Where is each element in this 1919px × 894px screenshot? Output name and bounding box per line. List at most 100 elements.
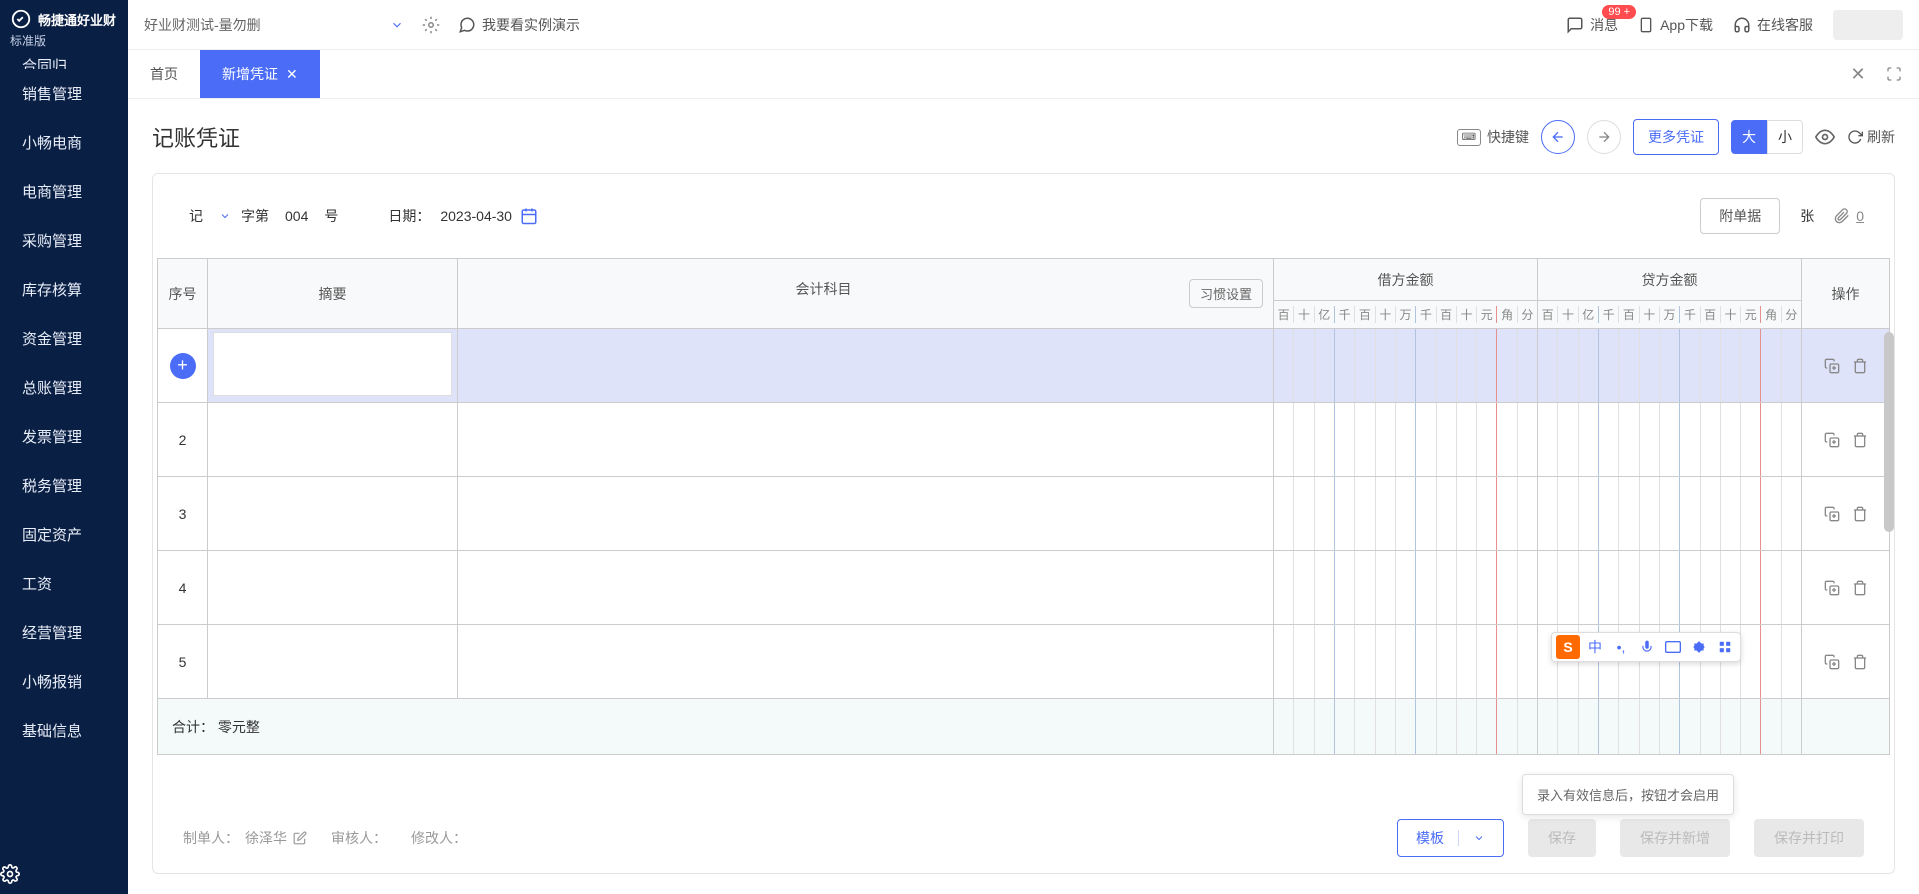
- sidebar-item-10[interactable]: 固定资产: [0, 510, 128, 559]
- calendar-icon: [520, 207, 538, 225]
- sidebar-item-9[interactable]: 税务管理: [0, 461, 128, 510]
- credit-cell[interactable]: [1538, 403, 1802, 477]
- copy-row-icon[interactable]: [1824, 432, 1840, 448]
- avatar[interactable]: [1833, 10, 1903, 40]
- debit-cell[interactable]: [1274, 625, 1538, 699]
- sidebar-item-6[interactable]: 资金管理: [0, 314, 128, 363]
- ime-toolbar[interactable]: S 中 •,: [1551, 632, 1741, 662]
- tenant-settings-icon[interactable]: [422, 16, 440, 34]
- ime-lang[interactable]: 中: [1584, 636, 1606, 658]
- visibility-toggle-icon[interactable]: [1815, 127, 1835, 147]
- template-button[interactable]: 模板: [1397, 819, 1504, 857]
- digit-label: 百: [1274, 306, 1294, 323]
- delete-row-icon[interactable]: [1852, 654, 1868, 670]
- copy-row-icon[interactable]: [1824, 506, 1840, 522]
- digit-label: 百: [1355, 306, 1375, 323]
- account-cell[interactable]: [458, 625, 1274, 699]
- summary-cell[interactable]: [208, 403, 458, 477]
- more-vouchers-button[interactable]: 更多凭证: [1633, 119, 1719, 155]
- app-download-button[interactable]: App下载: [1638, 15, 1713, 35]
- credit-cell[interactable]: [1538, 551, 1802, 625]
- tab-new-voucher[interactable]: 新增凭证 ✕: [200, 50, 320, 98]
- sidebar-item-12[interactable]: 经营管理: [0, 608, 128, 657]
- demo-link[interactable]: 我要看实例演示: [458, 15, 580, 35]
- account-cell[interactable]: [458, 551, 1274, 625]
- debit-cell[interactable]: [1274, 551, 1538, 625]
- credit-cell[interactable]: [1538, 477, 1802, 551]
- account-cell[interactable]: [458, 477, 1274, 551]
- zi-di-label: 字第: [241, 206, 269, 226]
- tab-new-voucher-label: 新增凭证: [222, 64, 278, 84]
- ime-keyboard-icon[interactable]: [1662, 636, 1684, 658]
- maker-value: 徐泽华: [245, 828, 287, 848]
- voucher-number[interactable]: 004: [279, 206, 314, 226]
- edit-icon[interactable]: [293, 831, 307, 845]
- account-cell[interactable]: [458, 403, 1274, 477]
- summary-input[interactable]: [213, 332, 452, 396]
- summary-cell[interactable]: [208, 551, 458, 625]
- ime-punct-icon[interactable]: •,: [1610, 636, 1632, 658]
- tab-home[interactable]: 首页: [128, 50, 200, 98]
- summary-cell[interactable]: [208, 625, 458, 699]
- keyboard-icon: ⌨: [1457, 129, 1481, 146]
- ime-skin-icon[interactable]: [1688, 636, 1710, 658]
- debit-cell[interactable]: [1274, 477, 1538, 551]
- copy-row-icon[interactable]: [1824, 358, 1840, 374]
- sidebar-item-3[interactable]: 电商管理: [0, 167, 128, 216]
- shortcut-button[interactable]: ⌨ 快捷键: [1457, 127, 1529, 147]
- chevron-down-icon[interactable]: [219, 210, 231, 222]
- summary-cell[interactable]: [208, 477, 458, 551]
- sidebar-item-13[interactable]: 小畅报销: [0, 657, 128, 706]
- sidebar-item-8[interactable]: 发票管理: [0, 412, 128, 461]
- demo-link-label: 我要看实例演示: [482, 15, 580, 35]
- messages-badge: 99 +: [1602, 5, 1636, 19]
- ime-menu-icon[interactable]: [1714, 636, 1736, 658]
- copy-row-icon[interactable]: [1824, 654, 1840, 670]
- copy-row-icon[interactable]: [1824, 580, 1840, 596]
- sidebar-item-0[interactable]: 合同归: [0, 55, 128, 69]
- summary-cell[interactable]: [208, 329, 458, 403]
- ops-cell: [1802, 625, 1890, 699]
- sidebar-item-7[interactable]: 总账管理: [0, 363, 128, 412]
- refresh-button[interactable]: 刷新: [1847, 127, 1895, 147]
- voucher-table: 序号 摘要 会计科目 习惯设置 借方金额 贷方金额 操作: [157, 258, 1890, 755]
- sidebar-settings-button[interactable]: [0, 854, 128, 894]
- ime-mic-icon[interactable]: [1636, 636, 1658, 658]
- habit-settings-button[interactable]: 习惯设置: [1189, 279, 1263, 308]
- voucher-card: 记 字第 004 号 日期： 2023-04-30: [152, 173, 1895, 874]
- delete-row-icon[interactable]: [1852, 506, 1868, 522]
- credit-cell[interactable]: [1538, 329, 1802, 403]
- close-icon[interactable]: ✕: [286, 66, 298, 83]
- tab-close-all-icon[interactable]: ✕: [1847, 63, 1869, 85]
- digit-label: 元: [1741, 306, 1761, 323]
- fullscreen-icon[interactable]: [1883, 63, 1905, 85]
- sidebar-item-1[interactable]: 销售管理: [0, 69, 128, 118]
- debit-cell[interactable]: [1274, 329, 1538, 403]
- attach-document-button[interactable]: 附单据: [1700, 198, 1780, 234]
- sidebar-item-2[interactable]: 小畅电商: [0, 118, 128, 167]
- delete-row-icon[interactable]: [1852, 358, 1868, 374]
- date-input[interactable]: 2023-04-30: [440, 207, 538, 225]
- sidebar-item-11[interactable]: 工资: [0, 559, 128, 608]
- voucher-type[interactable]: 记: [183, 204, 209, 228]
- attachment-count[interactable]: 0: [1834, 208, 1864, 224]
- sidebar-item-14[interactable]: 基础信息: [0, 706, 128, 755]
- messages-button[interactable]: 消息 99 +: [1566, 15, 1618, 35]
- account-cell[interactable]: [458, 329, 1274, 403]
- sidebar-item-5[interactable]: 库存核算: [0, 265, 128, 314]
- digit-label: 亿: [1579, 306, 1599, 323]
- delete-row-icon[interactable]: [1852, 580, 1868, 596]
- customer-service-button[interactable]: 在线客服: [1733, 15, 1813, 35]
- delete-row-icon[interactable]: [1852, 432, 1868, 448]
- tenant-selector[interactable]: 好业财测试-量勿删: [144, 15, 404, 35]
- size-large-option[interactable]: 大: [1731, 120, 1767, 154]
- sidebar-item-4[interactable]: 采购管理: [0, 216, 128, 265]
- add-row-button[interactable]: +: [170, 353, 196, 379]
- size-small-option[interactable]: 小: [1767, 120, 1803, 154]
- prev-voucher-button[interactable]: [1541, 120, 1575, 154]
- scrollbar-thumb[interactable]: [1884, 332, 1894, 532]
- digit-label: 分: [1782, 306, 1801, 323]
- debit-cell[interactable]: [1274, 403, 1538, 477]
- th-debit-digits: 百十亿千百十万千百十元角分: [1274, 301, 1538, 329]
- next-voucher-button[interactable]: [1587, 120, 1621, 154]
